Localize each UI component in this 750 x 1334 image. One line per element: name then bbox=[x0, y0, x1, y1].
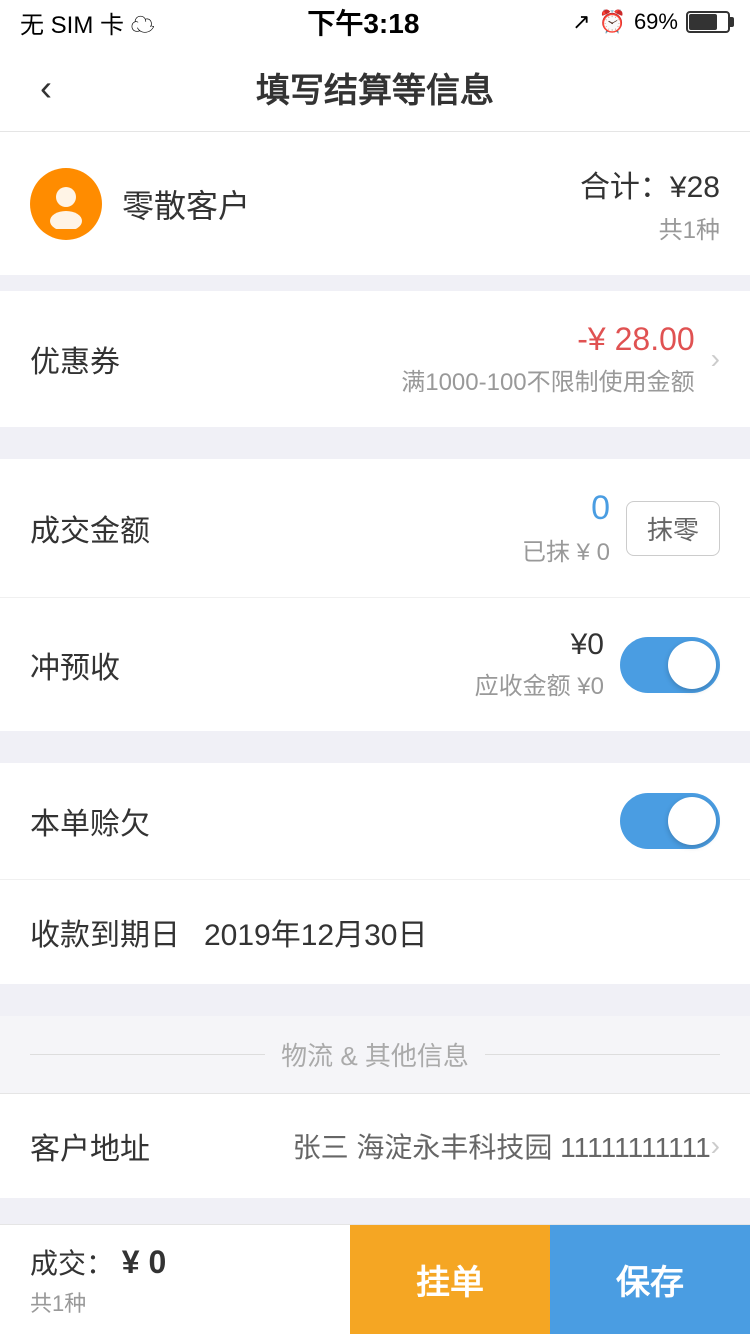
customer-right: 合计：¥28 共1种 bbox=[580, 162, 720, 245]
nav-bar: ‹ 填写结算等信息 bbox=[0, 44, 750, 132]
deal-amount-value: 0 bbox=[591, 489, 610, 528]
deal-amount-sub: 已抹 ¥ 0 bbox=[522, 532, 610, 567]
prepayment-right: ¥0 应收金额 ¥0 bbox=[475, 628, 720, 701]
hold-button[interactable]: 挂单 bbox=[350, 1225, 550, 1334]
deal-amount-label: 成交金额 bbox=[30, 506, 150, 550]
alarm-icon: ⏰ bbox=[599, 9, 626, 35]
credit-right bbox=[620, 793, 720, 849]
bottom-count: 共1种 bbox=[30, 1286, 320, 1318]
prepayment-toggle[interactable] bbox=[620, 637, 720, 693]
deal-amount-col: 0 已抹 ¥ 0 bbox=[522, 489, 610, 567]
bottom-info: 成交： ¥ 0 共1种 bbox=[0, 1242, 350, 1318]
address-chevron-icon: › bbox=[711, 1130, 720, 1162]
coupon-value: -¥ 28.00 bbox=[577, 321, 694, 358]
due-date-row: 收款到期日 2019年12月30日 bbox=[0, 880, 750, 984]
coupon-section: 优惠券 -¥ 28.00 满1000-100不限制使用金额 › bbox=[0, 291, 750, 427]
prepayment-sub: 应收金额 ¥0 bbox=[475, 666, 604, 701]
bottom-deal-label: 成交： ¥ 0 bbox=[30, 1242, 320, 1282]
round-zero-button[interactable]: 抹零 bbox=[626, 501, 720, 556]
credit-toggle[interactable] bbox=[620, 793, 720, 849]
deal-section: 成交金额 0 已抹 ¥ 0 抹零 冲预收 ¥0 应收金额 ¥0 bbox=[0, 459, 750, 731]
address-label: 客户地址 bbox=[30, 1124, 150, 1168]
prepayment-col: ¥0 应收金额 ¥0 bbox=[475, 628, 604, 701]
customer-total: 合计：¥28 bbox=[580, 162, 720, 206]
coupon-right: -¥ 28.00 满1000-100不限制使用金额 › bbox=[401, 321, 720, 397]
coupon-chevron-icon: › bbox=[711, 343, 720, 375]
coupon-row[interactable]: 优惠券 -¥ 28.00 满1000-100不限制使用金额 › bbox=[0, 291, 750, 427]
divider-1 bbox=[0, 443, 750, 459]
status-left: 无 SIM 卡 ☁ bbox=[20, 5, 155, 40]
logistics-header-text: 物流 & 其他信息 bbox=[30, 1036, 720, 1073]
credit-toggle-knob bbox=[668, 797, 716, 845]
bottom-bar: 成交： ¥ 0 共1种 挂单 保存 bbox=[0, 1224, 750, 1334]
due-date-value: 2019年12月30日 bbox=[204, 910, 427, 954]
due-date-content: 收款到期日 2019年12月30日 bbox=[30, 910, 427, 954]
deal-text: 成交： bbox=[30, 1248, 114, 1279]
customer-count: 共1种 bbox=[580, 210, 720, 245]
prepayment-label: 冲预收 bbox=[30, 643, 120, 687]
credit-label: 本单赊欠 bbox=[30, 799, 150, 843]
content: 零散客户 合计：¥28 共1种 优惠券 -¥ 28.00 满1000-100不限… bbox=[0, 132, 750, 1334]
back-button[interactable]: ‹ bbox=[30, 57, 62, 119]
coupon-sub: 满1000-100不限制使用金额 bbox=[401, 362, 694, 397]
customer-name: 零散客户 bbox=[122, 181, 250, 227]
battery-text: 69% bbox=[634, 9, 678, 35]
divider-3 bbox=[0, 1000, 750, 1016]
status-time: 下午3:18 bbox=[307, 2, 419, 42]
no-sim-text: 无 SIM 卡 ☁ bbox=[20, 5, 155, 40]
coupon-value-col: -¥ 28.00 满1000-100不限制使用金额 bbox=[401, 321, 694, 397]
address-value: 张三 海淀永丰科技园 11111111111 bbox=[170, 1126, 711, 1166]
address-row[interactable]: 客户地址 张三 海淀永丰科技园 11111111111 › bbox=[0, 1094, 750, 1198]
deal-amount-right: 0 已抹 ¥ 0 抹零 bbox=[522, 489, 720, 567]
customer-left: 零散客户 bbox=[30, 168, 250, 240]
due-date-label: 收款到期日 bbox=[30, 910, 180, 954]
location-icon: ↗ bbox=[572, 9, 590, 35]
coupon-label: 优惠券 bbox=[30, 337, 120, 381]
logistics-section: 物流 & 其他信息 客户地址 张三 海淀永丰科技园 11111111111 › bbox=[0, 1016, 750, 1198]
toggle-knob bbox=[668, 641, 716, 689]
battery-fill bbox=[689, 14, 717, 30]
customer-card: 零散客户 合计：¥28 共1种 bbox=[0, 132, 750, 275]
status-bar: 无 SIM 卡 ☁ 下午3:18 ↗ ⏰ 69% bbox=[0, 0, 750, 44]
page-title: 填写结算等信息 bbox=[256, 63, 494, 112]
credit-row: 本单赊欠 bbox=[0, 763, 750, 880]
credit-section: 本单赊欠 收款到期日 2019年12月30日 bbox=[0, 763, 750, 984]
divider-2 bbox=[0, 747, 750, 763]
prepayment-row: 冲预收 ¥0 应收金额 ¥0 bbox=[0, 598, 750, 731]
deal-amount-row: 成交金额 0 已抹 ¥ 0 抹零 bbox=[0, 459, 750, 598]
bottom-deal-amount: ¥ 0 bbox=[122, 1244, 166, 1280]
prepayment-value: ¥0 bbox=[571, 628, 604, 662]
save-button[interactable]: 保存 bbox=[550, 1225, 750, 1334]
battery-icon bbox=[686, 11, 730, 33]
logistics-header: 物流 & 其他信息 bbox=[0, 1016, 750, 1094]
status-right: ↗ ⏰ 69% bbox=[572, 9, 730, 35]
customer-avatar bbox=[30, 168, 102, 240]
